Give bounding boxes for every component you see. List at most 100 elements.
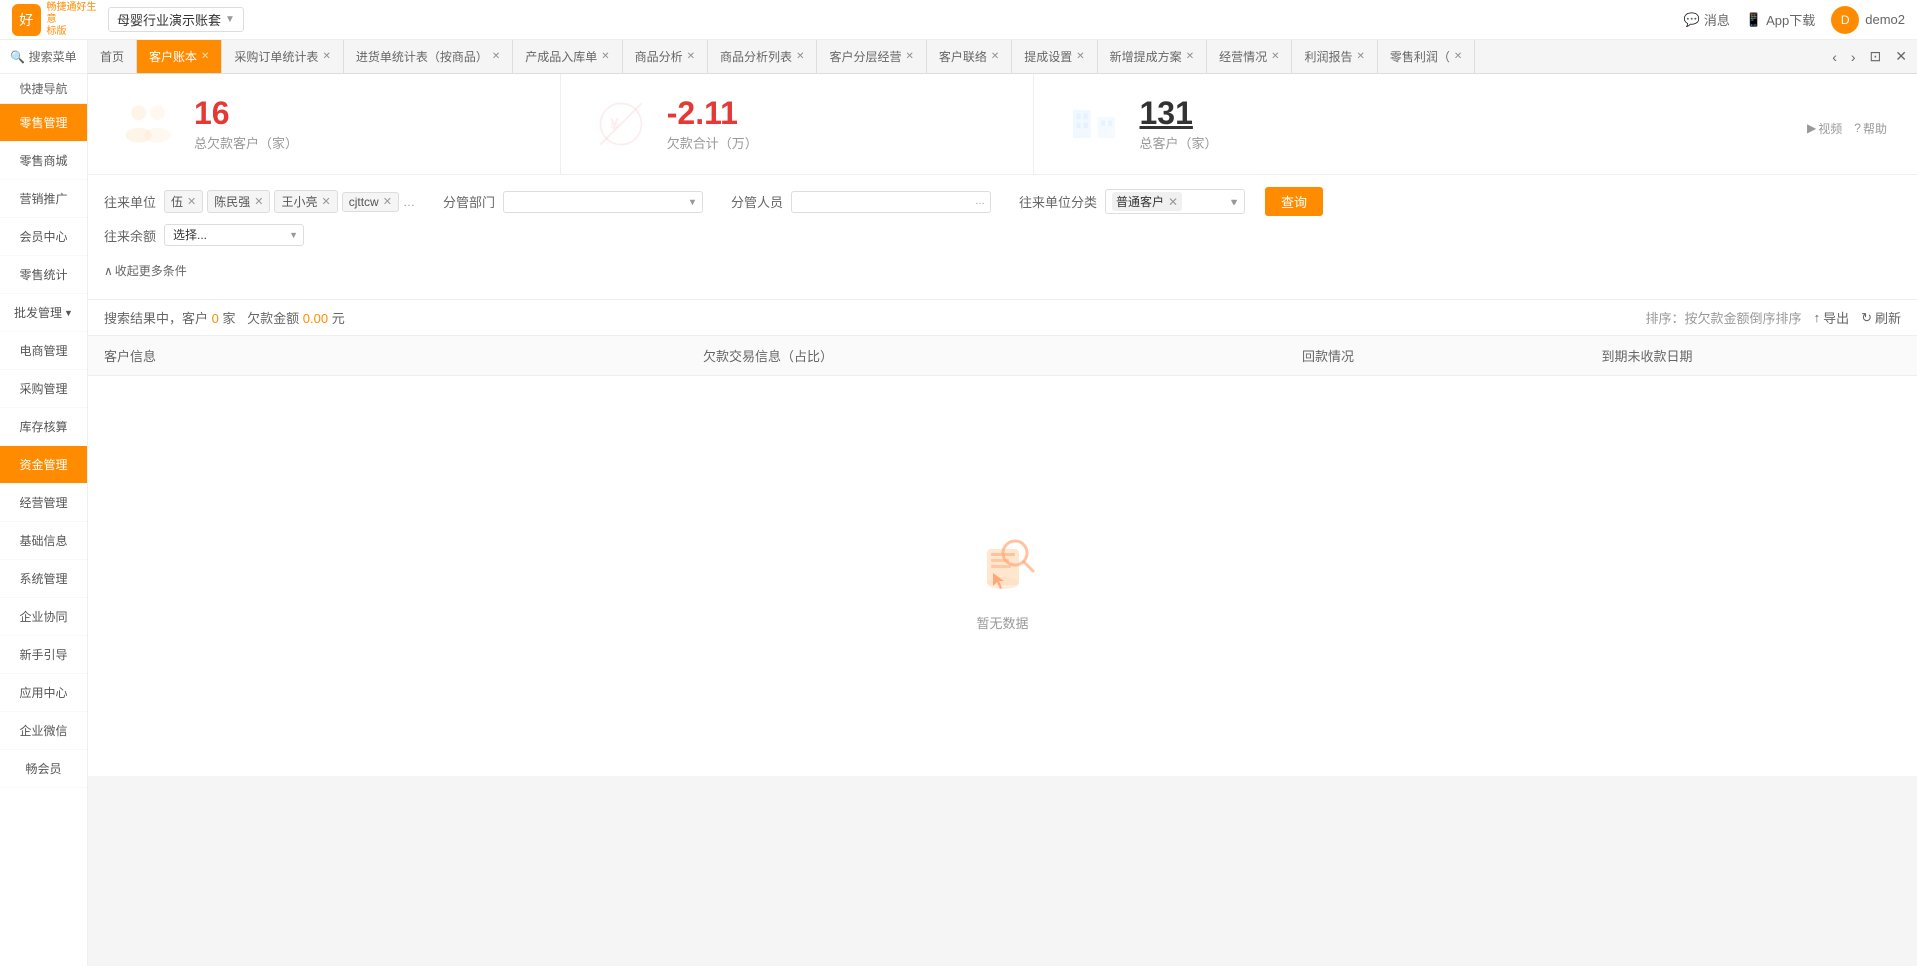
tab-new-promotion[interactable]: 新增提成方案 ✕ xyxy=(1098,40,1207,74)
user-info[interactable]: D demo2 xyxy=(1831,6,1905,34)
sidebar-item-vip[interactable]: 畅会员 xyxy=(0,750,87,788)
tab-retail-profit[interactable]: 零售利润（ ✕ xyxy=(1378,40,1475,74)
close-tab-customer-segment[interactable]: ✕ xyxy=(905,51,913,62)
collapse-btn[interactable]: ∧ 收起更多条件 xyxy=(104,258,1901,283)
app-download-link[interactable]: 📱 App下载 xyxy=(1746,10,1815,29)
table-header: 客户信息 欠款交易信息（占比） 回款情况 到期未收款日期 xyxy=(88,336,1917,376)
sidebar-item-retail[interactable]: 零售管理 xyxy=(0,104,87,142)
sort-label[interactable]: 排序：按欠款金额倒序排序 xyxy=(1646,308,1802,327)
query-button[interactable]: 查询 xyxy=(1265,187,1323,216)
message-icon: 💬 xyxy=(1684,12,1700,28)
col-customer-info: 客户信息 xyxy=(104,346,703,365)
close-tab-operation[interactable]: ✕ xyxy=(1271,51,1279,62)
close-tab-product-analysis[interactable]: ✕ xyxy=(687,51,695,62)
category-chevron: ▼ xyxy=(1229,197,1238,207)
remove-tag-wang[interactable]: ✕ xyxy=(322,195,331,208)
sidebar-item-membership[interactable]: 会员中心 xyxy=(0,218,87,256)
filter-row-2: 往来余额 选择... xyxy=(104,224,1901,246)
logo-icon: 好 xyxy=(12,4,41,36)
refresh-btn[interactable]: ↻ 刷新 xyxy=(1861,308,1901,327)
sidebar-item-enterprise-wechat[interactable]: 企业微信 xyxy=(0,712,87,750)
stat-card-total: 131 总客户（家） ▶ 视频 ? 帮助 xyxy=(1034,74,1917,174)
tab-operation-status[interactable]: 经营情况 ✕ xyxy=(1207,40,1292,74)
sidebar-item-new-guide[interactable]: 新手引导 xyxy=(0,636,87,674)
close-tab-retail-profit[interactable]: ✕ xyxy=(1454,51,1462,62)
tab-customer-account[interactable]: 客户账本 ✕ xyxy=(137,40,222,74)
tab-next-btn[interactable]: › xyxy=(1845,49,1862,65)
sidebar-item-marketing[interactable]: 营销推广 xyxy=(0,180,87,218)
sidebar-item-inventory[interactable]: 库存核算 xyxy=(0,408,87,446)
close-tab-customer-account[interactable]: ✕ xyxy=(201,51,209,62)
dept-input[interactable] xyxy=(503,191,703,213)
sidebar-item-operations[interactable]: 经营管理 xyxy=(0,484,87,522)
sidebar: 🔍 搜索菜单 快捷导航 零售管理 零售商城 营销推广 会员中心 零售统计 批发管… xyxy=(0,40,88,966)
close-tab-purchase-order[interactable]: ✕ xyxy=(322,51,330,62)
tab-close-all-btn[interactable]: ✕ xyxy=(1889,48,1913,65)
sidebar-item-system[interactable]: 系统管理 xyxy=(0,560,87,598)
top-bar-right: 💬 消息 📱 App下载 D demo2 xyxy=(1684,6,1905,34)
sidebar-item-enterprise-coop[interactable]: 企业协同 xyxy=(0,598,87,636)
sidebar-item-ecommerce[interactable]: 电商管理 xyxy=(0,332,87,370)
sidebar-item-batch-mgmt[interactable]: 批发管理 ▼ xyxy=(0,294,87,332)
customer-type-tag: 普通客户 ✕ xyxy=(1112,192,1182,211)
remove-tag-chen[interactable]: ✕ xyxy=(254,195,263,208)
tab-cost-inbound[interactable]: 产成品入库单 ✕ xyxy=(513,40,622,74)
sidebar-item-purchase[interactable]: 采购管理 xyxy=(0,370,87,408)
more-tags-btn[interactable]: … xyxy=(403,195,415,209)
remove-customer-type[interactable]: ✕ xyxy=(1168,195,1178,209)
tab-customer-contact[interactable]: 客户联络 ✕ xyxy=(927,40,1012,74)
balance-select[interactable]: 选择... xyxy=(164,224,304,246)
close-tab-profit[interactable]: ✕ xyxy=(1357,51,1365,62)
close-tab-purchase-stats[interactable]: ✕ xyxy=(492,51,500,62)
message-link[interactable]: 💬 消息 xyxy=(1684,10,1730,29)
remove-tag-cjttcw[interactable]: ✕ xyxy=(383,195,392,208)
result-info: 搜索结果中，客户 0 家 欠款金额 0.00 元 xyxy=(104,308,345,327)
person-input[interactable] xyxy=(791,191,991,213)
sidebar-item-app-center[interactable]: 应用中心 xyxy=(0,674,87,712)
stat-info-debt: -2.11 欠款合计（万） xyxy=(667,97,1003,152)
tab-customer-segment[interactable]: 客户分层经营 ✕ xyxy=(817,40,926,74)
sidebar-item-retail-shop[interactable]: 零售商城 xyxy=(0,142,87,180)
logo-area: 好 畅捷通好生意 标版 xyxy=(12,2,100,38)
close-tab-new-promotion[interactable]: ✕ xyxy=(1186,51,1194,62)
sidebar-item-basic-info[interactable]: 基础信息 xyxy=(0,522,87,560)
tab-purchase-order-stats[interactable]: 采购订单统计表 ✕ xyxy=(222,40,343,74)
col-overdue-date: 到期未收款日期 xyxy=(1602,346,1902,365)
page-content: 16 总欠款客户（家） ¥ -2.11 欠款合计（万） xyxy=(88,74,1917,966)
close-tab-promotion[interactable]: ✕ xyxy=(1076,51,1084,62)
filter-tag-wu: 伍 ✕ xyxy=(164,190,203,213)
empty-icon xyxy=(963,521,1043,601)
tab-purchase-stats-product[interactable]: 进货单统计表（按商品） ✕ xyxy=(344,40,513,74)
balance-filter-label: 往来余额 xyxy=(104,226,156,245)
category-input[interactable]: 普通客户 ✕ ▼ xyxy=(1105,189,1245,214)
tab-home[interactable]: 首页 xyxy=(88,40,137,74)
tab-product-analysis-list[interactable]: 商品分析列表 ✕ xyxy=(708,40,817,74)
tab-prev-btn[interactable]: ‹ xyxy=(1826,49,1843,65)
sidebar-item-finance[interactable]: 资金管理 xyxy=(0,446,87,484)
sidebar-quick-nav[interactable]: 快捷导航 xyxy=(0,74,87,104)
unit-filter-tags: 伍 ✕ 陈民强 ✕ 王小亮 ✕ cjttcw ✕ xyxy=(164,190,415,213)
remove-tag-wu[interactable]: ✕ xyxy=(187,195,196,208)
tab-profit-report[interactable]: 利润报告 ✕ xyxy=(1292,40,1377,74)
tab-product-analysis[interactable]: 商品分析 ✕ xyxy=(623,40,708,74)
export-btn[interactable]: ↑ 导出 xyxy=(1814,308,1850,327)
stat-value-total: 131 xyxy=(1140,97,1792,129)
close-tab-product-analysis-list[interactable]: ✕ xyxy=(796,51,804,62)
tab-expand-btn[interactable]: ⊡ xyxy=(1864,48,1888,65)
stat-card-customers: 16 总欠款客户（家） xyxy=(88,74,561,174)
close-tab-customer-contact[interactable]: ✕ xyxy=(991,51,999,62)
close-tab-cost-inbound[interactable]: ✕ xyxy=(601,51,609,62)
org-selector[interactable]: 母婴行业演示账套 ▼ xyxy=(108,7,244,32)
dept-filter-label: 分管部门 xyxy=(443,192,495,211)
sidebar-item-retail-stats[interactable]: 零售统计 xyxy=(0,256,87,294)
tab-promotion-settings[interactable]: 提成设置 ✕ xyxy=(1012,40,1097,74)
person-expand-icon: … xyxy=(975,196,985,207)
stat-label-debt: 欠款合计（万） xyxy=(667,133,1003,152)
filter-tag-wang: 王小亮 ✕ xyxy=(274,190,337,213)
unit-filter-label: 往来单位 xyxy=(104,192,156,211)
org-name: 母婴行业演示账套 xyxy=(117,10,221,29)
help-link[interactable]: ? 帮助 xyxy=(1854,120,1887,137)
video-link[interactable]: ▶ 视频 xyxy=(1807,120,1842,137)
sidebar-search[interactable]: 🔍 搜索菜单 xyxy=(0,40,87,74)
col-repayment: 回款情况 xyxy=(1302,346,1602,365)
